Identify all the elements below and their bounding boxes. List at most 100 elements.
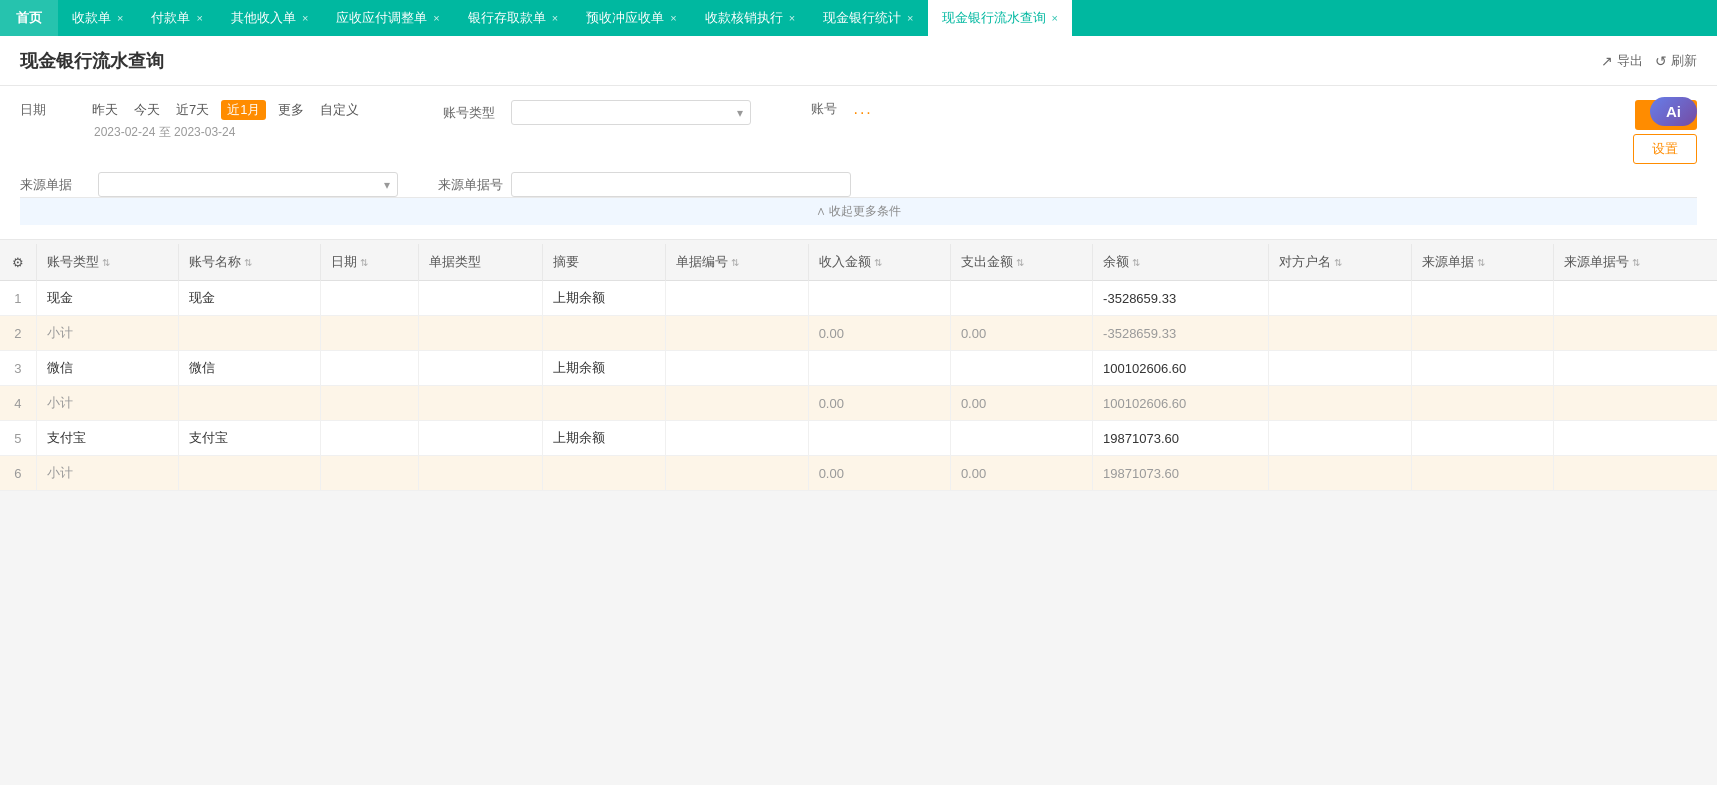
export-button[interactable]: ↗ 导出 bbox=[1601, 52, 1643, 70]
row-date bbox=[320, 456, 418, 491]
ai-assistant-badge[interactable]: Ai bbox=[1650, 97, 1697, 126]
col-settings[interactable]: ⚙ bbox=[0, 244, 36, 281]
date-option-more[interactable]: 更多 bbox=[274, 100, 308, 120]
col-counterparty[interactable]: 对方户名⇅ bbox=[1269, 244, 1411, 281]
close-icon[interactable]: × bbox=[670, 12, 676, 24]
account-more-button[interactable]: ... bbox=[853, 100, 872, 118]
account-type-select[interactable] bbox=[511, 100, 751, 125]
table-row: 5支付宝支付宝上期余额19871073.60 bbox=[0, 421, 1717, 456]
col-summary[interactable]: 摘要 bbox=[542, 244, 666, 281]
date-option-today[interactable]: 今天 bbox=[130, 100, 164, 120]
source-doc-select[interactable] bbox=[98, 172, 398, 197]
close-icon[interactable]: × bbox=[117, 12, 123, 24]
row-expense: 0.00 bbox=[950, 316, 1092, 351]
row-balance: 19871073.60 bbox=[1093, 456, 1269, 491]
nav-label-payment: 付款单 bbox=[151, 9, 190, 27]
row-balance: -3528659.33 bbox=[1093, 316, 1269, 351]
row-date bbox=[320, 351, 418, 386]
row-account-name: 微信 bbox=[178, 351, 320, 386]
nav-item-receipt[interactable]: 收款单 × bbox=[58, 0, 137, 36]
row-doc-type bbox=[419, 386, 543, 421]
nav-item-payment[interactable]: 付款单 × bbox=[137, 0, 216, 36]
row-balance: -3528659.33 bbox=[1093, 281, 1269, 316]
row-doc-no bbox=[666, 421, 808, 456]
row-account-type: 支付宝 bbox=[36, 421, 178, 456]
row-account-name bbox=[178, 456, 320, 491]
row-summary: 上期余额 bbox=[542, 421, 666, 456]
refresh-label: 刷新 bbox=[1671, 52, 1697, 70]
row-doc-no bbox=[666, 456, 808, 491]
col-source-doc[interactable]: 来源单据⇅ bbox=[1411, 244, 1553, 281]
source-doc-filter: 来源单据 ▾ bbox=[20, 172, 398, 197]
nav-item-ar-ap-adj[interactable]: 应收应付调整单 × bbox=[322, 0, 453, 36]
row-expense: 0.00 bbox=[950, 386, 1092, 421]
row-summary bbox=[542, 316, 666, 351]
refresh-button[interactable]: ↺ 刷新 bbox=[1655, 52, 1697, 70]
row-account-type: 现金 bbox=[36, 281, 178, 316]
row-number: 2 bbox=[0, 316, 36, 351]
col-balance[interactable]: 余额⇅ bbox=[1093, 244, 1269, 281]
row-doc-no bbox=[666, 386, 808, 421]
row-summary: 上期余额 bbox=[542, 351, 666, 386]
row-number: 3 bbox=[0, 351, 36, 386]
col-source-doc-no[interactable]: 来源单据号⇅ bbox=[1553, 244, 1717, 281]
row-counterparty bbox=[1269, 351, 1411, 386]
header-actions: ↗ 导出 ↺ 刷新 bbox=[1601, 52, 1697, 70]
row-doc-no bbox=[666, 281, 808, 316]
nav-item-home[interactable]: 首页 bbox=[0, 0, 58, 36]
row-source-doc bbox=[1411, 351, 1553, 386]
col-date[interactable]: 日期⇅ bbox=[320, 244, 418, 281]
col-doc-type[interactable]: 单据类型 bbox=[419, 244, 543, 281]
collapse-bar[interactable]: ∧ 收起更多条件 bbox=[20, 197, 1697, 225]
nav-label-cash-bank-flow: 现金银行流水查询 bbox=[942, 9, 1046, 27]
nav-item-prepay-offset[interactable]: 预收冲应收单 × bbox=[572, 0, 690, 36]
row-source-doc bbox=[1411, 456, 1553, 491]
page-header: 现金银行流水查询 ↗ 导出 ↺ 刷新 bbox=[0, 36, 1717, 86]
row-income: 0.00 bbox=[808, 456, 950, 491]
date-option-yesterday[interactable]: 昨天 bbox=[88, 100, 122, 120]
nav-item-cash-bank-stat[interactable]: 现金银行统计 × bbox=[809, 0, 927, 36]
row-account-type: 小计 bbox=[36, 456, 178, 491]
row-doc-type bbox=[419, 316, 543, 351]
row-income bbox=[808, 351, 950, 386]
row-income: 0.00 bbox=[808, 316, 950, 351]
close-icon[interactable]: × bbox=[196, 12, 202, 24]
close-icon[interactable]: × bbox=[302, 12, 308, 24]
row-account-name bbox=[178, 386, 320, 421]
nav-item-other-income[interactable]: 其他收入单 × bbox=[217, 0, 322, 36]
date-option-custom[interactable]: 自定义 bbox=[316, 100, 363, 120]
row-expense bbox=[950, 281, 1092, 316]
row-account-name: 现金 bbox=[178, 281, 320, 316]
date-option-1month[interactable]: 近1月 bbox=[221, 100, 266, 120]
nav-item-receipt-verify[interactable]: 收款核销执行 × bbox=[691, 0, 809, 36]
close-icon[interactable]: × bbox=[433, 12, 439, 24]
row-expense bbox=[950, 351, 1092, 386]
close-icon[interactable]: × bbox=[907, 12, 913, 24]
col-account-type[interactable]: 账号类型⇅ bbox=[36, 244, 178, 281]
col-account-name[interactable]: 账号名称⇅ bbox=[178, 244, 320, 281]
account-type-select-wrapper: ▾ bbox=[511, 100, 751, 125]
row-account-name bbox=[178, 316, 320, 351]
col-doc-no[interactable]: 单据编号⇅ bbox=[666, 244, 808, 281]
nav-item-bank-deposit[interactable]: 银行存取款单 × bbox=[454, 0, 572, 36]
close-icon[interactable]: × bbox=[1052, 12, 1058, 24]
close-icon[interactable]: × bbox=[552, 12, 558, 24]
row-date bbox=[320, 281, 418, 316]
close-icon[interactable]: × bbox=[789, 12, 795, 24]
row-date bbox=[320, 386, 418, 421]
col-income[interactable]: 收入金额⇅ bbox=[808, 244, 950, 281]
date-option-7days[interactable]: 近7天 bbox=[172, 100, 213, 120]
table-row: 3微信微信上期余额100102606.60 bbox=[0, 351, 1717, 386]
row-source-doc-no bbox=[1553, 386, 1717, 421]
nav-item-cash-bank-flow[interactable]: 现金银行流水查询 × bbox=[928, 0, 1072, 36]
top-nav: 首页 收款单 × 付款单 × 其他收入单 × 应收应付调整单 × 银行存取款单 … bbox=[0, 0, 1717, 36]
account-type-label: 账号类型 bbox=[443, 104, 495, 122]
col-expense[interactable]: 支出金额⇅ bbox=[950, 244, 1092, 281]
page-title: 现金银行流水查询 bbox=[20, 49, 164, 73]
row-account-name: 支付宝 bbox=[178, 421, 320, 456]
row-source-doc-no bbox=[1553, 316, 1717, 351]
source-doc-no-input[interactable] bbox=[511, 172, 851, 197]
settings-button[interactable]: 设置 bbox=[1633, 134, 1697, 164]
row-number: 6 bbox=[0, 456, 36, 491]
refresh-icon: ↺ bbox=[1655, 53, 1667, 69]
